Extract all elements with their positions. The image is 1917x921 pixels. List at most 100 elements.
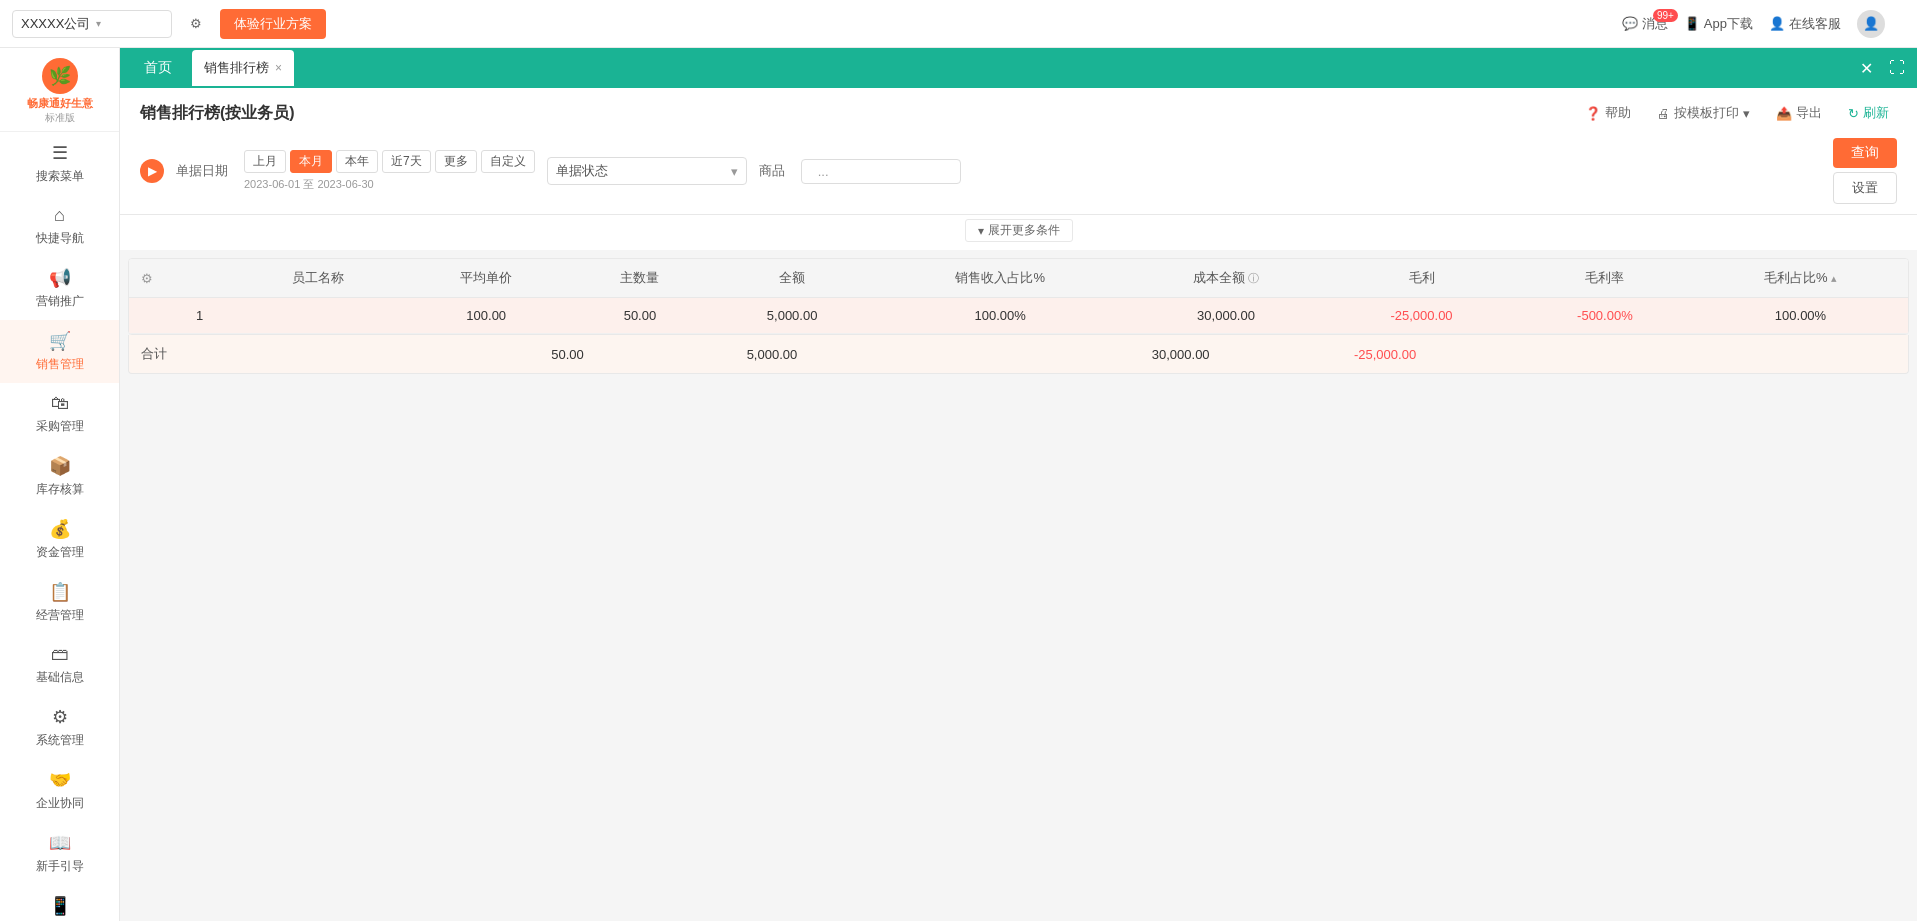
print-icon: 🖨 (1657, 106, 1670, 121)
cell-profit-rate: -500.00% (1517, 298, 1693, 334)
header-settings-button[interactable]: ⚙ (180, 8, 212, 40)
col-profit: 毛利 (1326, 259, 1517, 298)
page-body: 销售排行榜(按业务员) ❓ 帮助 🖨 按模板打印 ▾ 📤 导出 (120, 88, 1917, 921)
table-header-row: ⚙ 员工名称 平均单价 主数量 全额 销售收入占比% 成本全额 ⓘ 毛利 毛利率… (129, 259, 1908, 298)
goods-filter[interactable]: ... (801, 159, 961, 184)
settings-small-button[interactable]: 设置 (1833, 172, 1897, 204)
sidebar-item-apps[interactable]: 📱 应用中心 (0, 885, 119, 921)
cell-avg-price: 100.00 (402, 298, 570, 334)
cell-sales-pct: 100.00% (875, 298, 1126, 334)
sidebar-item-label: 快捷导航 (36, 230, 84, 247)
cell-settings (129, 298, 165, 334)
date-btn-more[interactable]: 更多 (435, 150, 477, 173)
sidebar-item-inventory[interactable]: 📦 库存核算 (0, 445, 119, 508)
print-button[interactable]: 🖨 按模板打印 ▾ (1649, 100, 1758, 126)
goods-filter-label: 商品 (759, 162, 785, 180)
message-button[interactable]: 💬 消息 99+ (1622, 15, 1668, 33)
tab-bar-fullscreen-icon[interactable]: ⛶ (1885, 55, 1909, 82)
print-label: 按模板打印 (1674, 104, 1739, 122)
cell-amount: 5,000.00 (710, 298, 875, 334)
status-filter-arrow-icon: ▾ (731, 164, 738, 179)
sidebar-item-purchase[interactable]: 🛍 采购管理 (0, 383, 119, 445)
message-badge: 99+ (1653, 9, 1678, 22)
chevron-down-icon: ▾ (96, 18, 101, 29)
query-button[interactable]: 查询 (1833, 138, 1897, 168)
avatar[interactable]: 👤 (1857, 10, 1885, 38)
page-actions: ❓ 帮助 🖨 按模板打印 ▾ 📤 导出 ↻ 刷新 (1577, 100, 1897, 126)
goods-filter-more-icon[interactable]: ... (818, 164, 829, 179)
date-btn-last-month[interactable]: 上月 (244, 150, 286, 173)
sidebar-item-collab[interactable]: 🤝 企业协同 (0, 759, 119, 822)
tab-bar-close-icon[interactable]: ✕ (1856, 55, 1877, 82)
table-row: 1 100.00 50.00 5,000.00 100.00% 30,000.0… (129, 298, 1908, 334)
expand-row: ▾ 展开更多条件 (120, 215, 1917, 250)
filter-row: ▶ 单据日期 上月 本月 本年 近7天 更多 自定义 2023-06-01 至 … (140, 138, 1897, 214)
logo-icon: 🌿 (42, 58, 78, 94)
company-selector[interactable]: XXXXX公司 ▾ (12, 10, 172, 38)
tab-home[interactable]: 首页 (128, 48, 188, 88)
date-filter-label: 单据日期 (176, 162, 228, 180)
refresh-label: 刷新 (1863, 104, 1889, 122)
export-label: 导出 (1796, 104, 1822, 122)
refresh-button[interactable]: ↻ 刷新 (1840, 100, 1897, 126)
refresh-icon: ↻ (1848, 106, 1859, 121)
date-btn-this-year[interactable]: 本年 (336, 150, 378, 173)
query-settings-col: 查询 设置 (1833, 138, 1897, 204)
col-employee: 员工名称 (234, 259, 402, 298)
app-download-button[interactable]: 📱 App下载 (1684, 15, 1753, 33)
sidebar-item-label: 资金管理 (36, 544, 84, 561)
inventory-icon: 📦 (49, 455, 71, 477)
footer-amount: 5,000.00 (670, 347, 874, 362)
tab-close-icon[interactable]: × (275, 61, 282, 75)
search-order-icon: ☰ (52, 142, 68, 164)
sidebar-item-label: 经营管理 (36, 607, 84, 624)
sidebar-item-sales[interactable]: 🛒 销售管理 (0, 320, 119, 383)
export-button[interactable]: 📤 导出 (1768, 100, 1830, 126)
export-icon: 📤 (1776, 106, 1792, 121)
quick-nav-icon: ⌂ (54, 205, 65, 226)
finance-icon: 💰 (49, 518, 71, 540)
tab-label: 销售排行榜 (204, 59, 269, 77)
cell-cost-amount: 30,000.00 (1126, 298, 1326, 334)
trial-button[interactable]: 体验行业方案 (220, 9, 326, 39)
filter-toggle-button[interactable]: ▶ (140, 159, 164, 183)
expand-conditions-button[interactable]: ▾ 展开更多条件 (965, 219, 1073, 242)
sidebar-item-search-order[interactable]: ☰ 搜索菜单 (0, 132, 119, 195)
sidebar-item-label: 新手引导 (36, 858, 84, 875)
data-table: ⚙ 员工名称 平均单价 主数量 全额 销售收入占比% 成本全额 ⓘ 毛利 毛利率… (128, 258, 1909, 335)
sidebar-item-operations[interactable]: 📋 经营管理 (0, 571, 119, 634)
app-label: App下载 (1704, 15, 1753, 33)
sidebar-item-label: 企业协同 (36, 795, 84, 812)
sidebar-item-label: 采购管理 (36, 418, 84, 435)
col-settings[interactable]: ⚙ (129, 259, 165, 298)
sidebar-item-quick-nav[interactable]: ⌂ 快捷导航 (0, 195, 119, 257)
sidebar-item-basic[interactable]: 🗃 基础信息 (0, 634, 119, 696)
sidebar: 🌿 畅康通好生意 标准版 ☰ 搜索菜单 ⌂ 快捷导航 📢 营销推广 🛒 销售管理… (0, 48, 120, 921)
sidebar-item-finance[interactable]: 💰 资金管理 (0, 508, 119, 571)
sidebar-item-system[interactable]: ⚙ 系统管理 (0, 696, 119, 759)
apps-icon: 📱 (49, 895, 71, 917)
expand-label: 展开更多条件 (988, 222, 1060, 239)
col-quantity: 主数量 (570, 259, 709, 298)
help-icon: ❓ (1585, 106, 1601, 121)
help-button[interactable]: ❓ 帮助 (1577, 100, 1639, 126)
sidebar-item-marketing[interactable]: 📢 营销推广 (0, 257, 119, 320)
footer-cost-amount: 30,000.00 (1079, 347, 1283, 362)
footer-total-label: 合计 (141, 345, 261, 363)
status-filter[interactable]: 单据状态 ▾ (547, 157, 747, 185)
cell-employee (234, 298, 402, 334)
cost-info-icon[interactable]: ⓘ (1248, 272, 1259, 284)
top-header: XXXXX公司 ▾ ⚙ 体验行业方案 💬 消息 99+ 📱 App下载 👤 在线… (0, 0, 1917, 48)
profit-pct-info-icon[interactable]: ▴ (1831, 272, 1837, 284)
collab-icon: 🤝 (49, 769, 71, 791)
table-footer: 合计 50.00 5,000.00 30,000.00 -25,000.00 (128, 335, 1909, 374)
main-content: 首页 销售排行榜 × ✕ ⛶ 销售排行榜(按业务员) ❓ 帮助 🖨 (120, 48, 1917, 921)
date-btn-this-month[interactable]: 本月 (290, 150, 332, 173)
date-btn-custom[interactable]: 自定义 (481, 150, 535, 173)
sidebar-item-guide[interactable]: 📖 新手引导 (0, 822, 119, 885)
date-btn-7days[interactable]: 近7天 (382, 150, 431, 173)
online-service-button[interactable]: 👤 在线客服 (1769, 15, 1841, 33)
purchase-icon: 🛍 (51, 393, 69, 414)
tab-sales-ranking[interactable]: 销售排行榜 × (192, 50, 294, 86)
page-title: 销售排行榜(按业务员) (140, 103, 295, 124)
